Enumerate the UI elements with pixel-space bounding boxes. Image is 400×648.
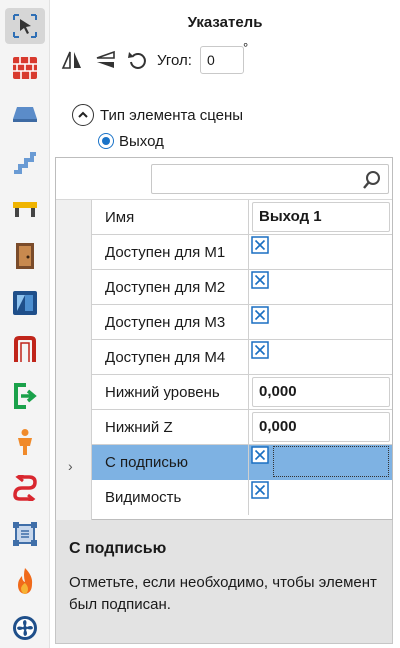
route-tool-button[interactable] bbox=[5, 470, 45, 506]
door-tool-button[interactable] bbox=[5, 238, 45, 274]
region-icon bbox=[13, 522, 37, 546]
property-name: С подписью bbox=[92, 445, 249, 480]
property-name: Доступен для М2 bbox=[92, 270, 249, 305]
radio-label: Выход bbox=[119, 132, 164, 150]
chevron-up-icon bbox=[78, 111, 88, 118]
bench-icon bbox=[13, 202, 37, 217]
search-box[interactable] bbox=[151, 164, 389, 194]
wall-tool-button[interactable] bbox=[5, 50, 45, 86]
angle-label: Угол: bbox=[157, 51, 192, 69]
table-row[interactable]: Имя Выход 1 bbox=[92, 200, 392, 235]
radio-exit-option[interactable]: Выход bbox=[98, 130, 243, 152]
pointer-icon bbox=[13, 14, 37, 38]
table-row[interactable]: Нижний уровень 0,000 bbox=[92, 375, 392, 410]
collapse-button[interactable] bbox=[72, 104, 94, 126]
angle-unit: ° bbox=[243, 40, 249, 55]
focus-rectangle bbox=[273, 446, 389, 477]
flip-vertical-button[interactable] bbox=[93, 48, 117, 72]
row-header-column bbox=[56, 200, 92, 520]
stairs-tool-button[interactable] bbox=[5, 144, 45, 180]
table-row[interactable]: Доступен для М2 bbox=[92, 270, 392, 305]
rotate-button[interactable] bbox=[126, 48, 150, 72]
search-icon[interactable] bbox=[362, 170, 382, 190]
angle-input[interactable] bbox=[199, 46, 244, 74]
window-icon bbox=[13, 291, 37, 315]
panel-title: Указатель bbox=[187, 14, 263, 31]
slab-icon bbox=[13, 107, 37, 122]
scene-type-label: Тип элемента сцены bbox=[100, 106, 244, 124]
description-title: С подписью bbox=[69, 540, 167, 557]
slab-tool-button[interactable] bbox=[5, 96, 45, 132]
property-name: Доступен для М4 bbox=[92, 340, 249, 375]
checkbox-checked-icon[interactable] bbox=[251, 481, 269, 499]
checkbox-checked-icon[interactable] bbox=[251, 446, 269, 464]
table-row[interactable]: Доступен для М4 bbox=[92, 340, 392, 375]
table-row[interactable]: Видимость bbox=[92, 480, 392, 515]
window-tool-button[interactable] bbox=[5, 285, 45, 321]
flip-vertical-icon bbox=[96, 50, 115, 68]
checkbox-checked-icon[interactable] bbox=[251, 306, 269, 324]
table-row[interactable]: Доступен для М3 bbox=[92, 305, 392, 340]
table-row-selected[interactable]: С подписью bbox=[92, 445, 392, 480]
exit-tool-button[interactable] bbox=[5, 378, 45, 414]
property-name: Имя bbox=[92, 200, 249, 235]
pointer-tool-button[interactable] bbox=[5, 8, 45, 44]
property-grid: Имя Выход 1 Доступен для М1 Доступен для… bbox=[55, 157, 393, 520]
property-name: Нижний Z bbox=[92, 410, 249, 445]
description-text: Отметьте, если необходимо, чтобы элемент… bbox=[69, 574, 377, 613]
current-row-indicator: › bbox=[68, 458, 73, 474]
property-name: Доступен для М3 bbox=[92, 305, 249, 340]
property-name: Доступен для М1 bbox=[92, 235, 249, 270]
tool-sidebar bbox=[0, 0, 50, 648]
property-name: Видимость bbox=[92, 480, 249, 515]
lower-z-value-field[interactable]: 0,000 bbox=[252, 412, 390, 442]
lower-level-value-field[interactable]: 0,000 bbox=[252, 377, 390, 407]
exit-icon bbox=[14, 383, 37, 409]
bench-tool-button[interactable] bbox=[5, 190, 45, 226]
scene-type-group: Тип элемента сцены Выход bbox=[72, 104, 243, 152]
fan-icon bbox=[13, 616, 37, 640]
grid-search-bar bbox=[56, 158, 392, 200]
region-tool-button[interactable] bbox=[5, 516, 45, 552]
fire-icon bbox=[18, 568, 33, 594]
table-row[interactable]: Нижний Z 0,000 bbox=[92, 410, 392, 445]
stairs-icon bbox=[14, 152, 36, 174]
flip-horizontal-button[interactable] bbox=[60, 48, 84, 72]
checkbox-checked-icon[interactable] bbox=[251, 236, 269, 254]
route-icon bbox=[13, 475, 37, 501]
flip-horizontal-icon bbox=[61, 51, 81, 69]
rotate-icon bbox=[128, 52, 146, 69]
property-name: Нижний уровень bbox=[92, 375, 249, 410]
search-input[interactable] bbox=[156, 168, 356, 190]
checkbox-checked-icon[interactable] bbox=[251, 271, 269, 289]
fan-tool-button[interactable] bbox=[5, 610, 45, 646]
portal-tool-button[interactable] bbox=[5, 332, 45, 368]
description-panel: С подписью Отметьте, если необходимо, чт… bbox=[55, 520, 393, 644]
radio-button[interactable] bbox=[98, 133, 114, 149]
door-icon bbox=[16, 243, 34, 269]
fire-tool-button[interactable] bbox=[5, 563, 45, 599]
wall-icon bbox=[13, 57, 37, 79]
transform-toolbar: Угол: bbox=[60, 46, 244, 74]
name-value-field[interactable]: Выход 1 bbox=[252, 202, 390, 232]
checkbox-checked-icon[interactable] bbox=[251, 341, 269, 359]
table-row[interactable]: Доступен для М1 bbox=[92, 235, 392, 270]
person-tool-button[interactable] bbox=[5, 424, 45, 460]
person-icon bbox=[18, 429, 32, 455]
portal-icon bbox=[14, 336, 36, 362]
